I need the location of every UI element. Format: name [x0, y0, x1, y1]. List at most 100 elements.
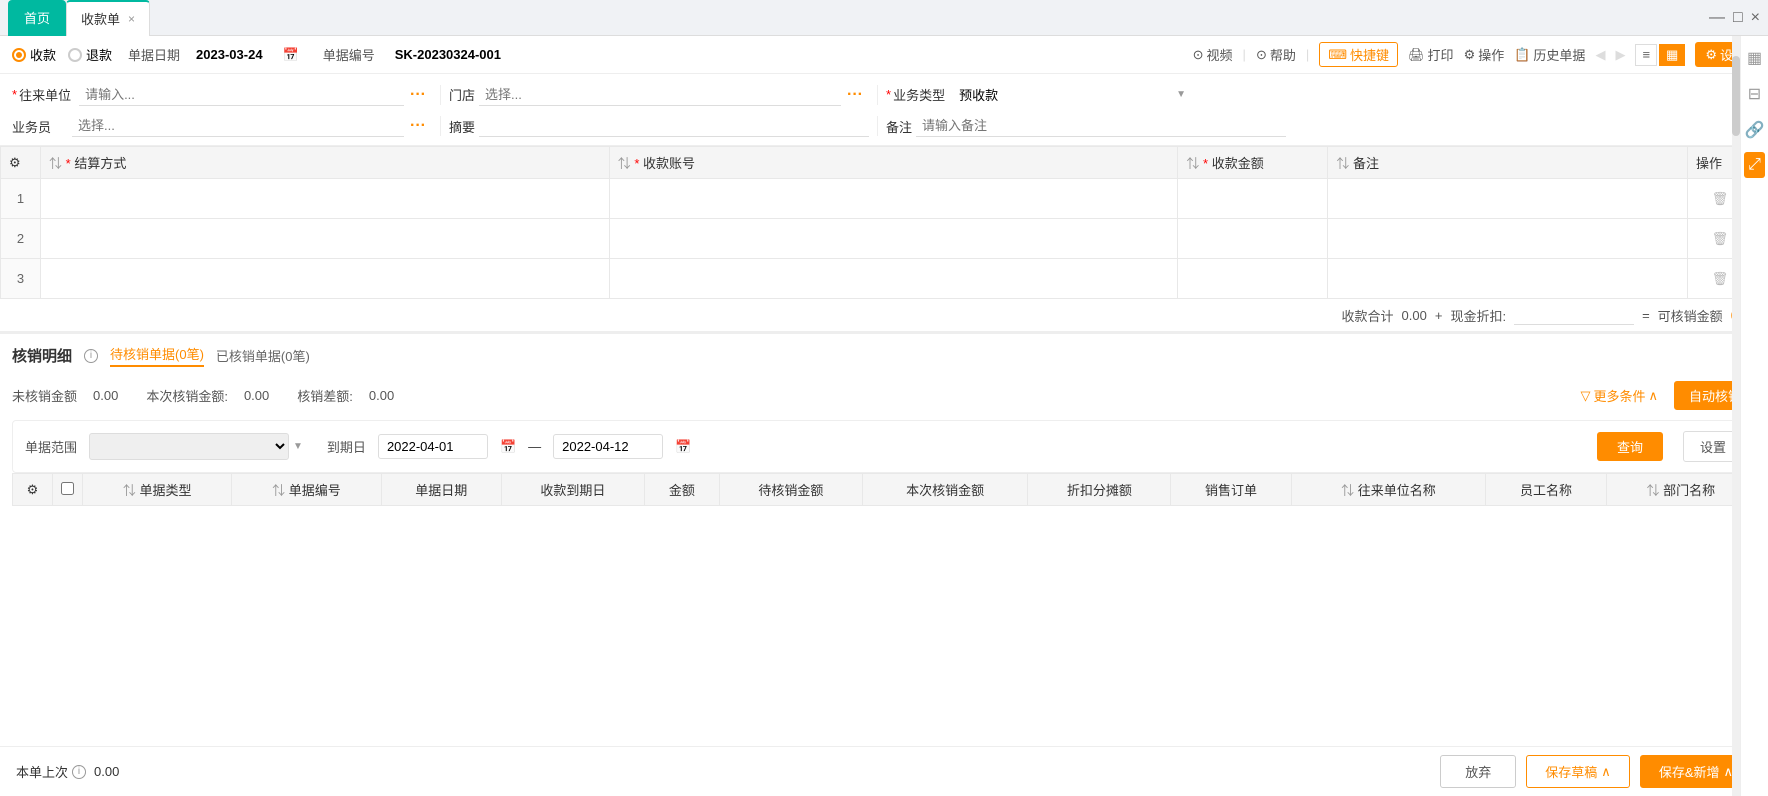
save-draft-button[interactable]: 保存草稿 ∧ [1526, 755, 1630, 788]
business-type-chevron[interactable]: ▼ [1176, 89, 1186, 100]
amount-cell-1[interactable] [1178, 179, 1328, 219]
remark-input[interactable] [916, 115, 1286, 137]
bt-doc-type-header: ⇅ 单据类型 [83, 474, 232, 506]
sidebar-table-icon[interactable]: ▦ [1743, 44, 1766, 72]
total-label: 收款合计 [1342, 306, 1394, 325]
date-start-input[interactable] [378, 434, 488, 459]
doc-no-value: SK-20230324-001 [395, 47, 501, 62]
bt-settings-header[interactable]: ⚙ [13, 474, 53, 506]
remark-cell-3[interactable] [1328, 259, 1688, 299]
operation-tool[interactable]: ⚙ 操作 [1464, 45, 1505, 64]
print-tool[interactable]: 🖨 打印 [1408, 45, 1454, 64]
biz-required: * [886, 87, 891, 102]
shortcut-label: 快捷键 [1350, 45, 1389, 64]
save-draft-arrow: ∧ [1601, 764, 1611, 780]
account-cell-3[interactable] [609, 259, 1178, 299]
summary-input[interactable] [479, 115, 869, 137]
query-button[interactable]: 查询 [1597, 432, 1663, 461]
sort-bt1: ⇅ [123, 483, 136, 498]
tab-home[interactable]: 首页 [8, 0, 66, 36]
shortcut-button[interactable]: ⌨ 快捷键 [1319, 42, 1398, 67]
store-field: 门店 ··· [449, 84, 869, 106]
bt-checkbox-header[interactable] [53, 474, 83, 506]
date-end-input[interactable] [553, 434, 663, 459]
verify-info-icon[interactable]: i [84, 349, 98, 363]
print-icon: 🖨 [1408, 47, 1425, 63]
delete-row-1-icon[interactable]: 🗑 [1712, 191, 1729, 207]
grid-view-btn[interactable]: ▦ [1659, 44, 1685, 66]
radio-refund[interactable]: 退款 [68, 45, 112, 64]
store-more-icon[interactable]: ··· [841, 86, 869, 104]
bt-doc-type-label: 单据类型 [139, 483, 191, 498]
settlement-cell-2[interactable] [41, 219, 610, 259]
home-tab-label: 首页 [24, 8, 50, 27]
sidebar-link-icon[interactable]: 🔗 [1741, 116, 1768, 144]
bt-staff-header: 员工名称 [1486, 474, 1606, 506]
account-cell-1[interactable] [609, 179, 1178, 219]
bt-doc-date-label: 单据日期 [415, 483, 467, 498]
radio-receipt[interactable]: 收款 [12, 45, 56, 64]
save-draft-label: 保存草稿 [1545, 762, 1597, 781]
list-view-btn[interactable]: ≡ [1635, 44, 1657, 66]
delete-row-3-icon[interactable]: 🗑 [1712, 271, 1729, 287]
bt-amount-label: 金额 [669, 483, 695, 498]
tab-receipt[interactable]: 收款单 × [66, 0, 150, 36]
store-input[interactable] [479, 84, 841, 106]
sort-icon: ⇅ [49, 156, 62, 171]
sort-bt4: ⇅ [1646, 483, 1659, 498]
counterpart-input[interactable] [79, 84, 404, 106]
account-cell-2[interactable] [609, 219, 1178, 259]
scroll-thumb[interactable] [1732, 56, 1740, 136]
remark-cell-1[interactable] [1328, 179, 1688, 219]
print-label: 打印 [1428, 45, 1454, 64]
bt-due-date-header: 收款到期日 [501, 474, 644, 506]
sidebar-expand-icon[interactable]: ⤢ [1744, 152, 1765, 178]
staff-input[interactable] [72, 115, 404, 137]
tab-bar: 首页 收款单 × — □ × [0, 0, 1768, 36]
prev-info-icon[interactable]: i [72, 765, 86, 779]
minimize-button[interactable]: — [1709, 9, 1725, 27]
amount-cell-2[interactable] [1178, 219, 1328, 259]
done-tab[interactable]: 已核销单据(0笔) [216, 346, 310, 365]
sort-bt2: ⇅ [272, 483, 285, 498]
close-window-button[interactable]: × [1751, 9, 1760, 27]
more-conditions-btn[interactable]: ▽ 更多条件 ∧ [1580, 386, 1658, 405]
discount-input[interactable] [1514, 305, 1634, 325]
view-buttons: ≡ ▦ [1635, 44, 1685, 66]
remark-col-label: 备注 [1353, 156, 1379, 171]
cal-icon-start[interactable]: 📅 [500, 439, 516, 455]
pending-tab[interactable]: 待核销单据(0笔) [110, 344, 204, 367]
close-tab-icon[interactable]: × [128, 12, 135, 26]
range-select[interactable] [89, 433, 289, 460]
account-header: ⇅ * 收款账号 [609, 147, 1178, 179]
remark-cell-2[interactable] [1328, 219, 1688, 259]
settlement-cell-1[interactable] [41, 179, 610, 219]
video-label: 视频 [1207, 45, 1233, 64]
row-num-1: 1 [1, 179, 41, 219]
settlement-cell-3[interactable] [41, 259, 610, 299]
video-tool[interactable]: ⊙ 视频 [1193, 45, 1233, 64]
more-conditions-label: 更多条件 [1593, 386, 1645, 405]
amount-cell-3[interactable] [1178, 259, 1328, 299]
cal-icon-end[interactable]: 📅 [675, 439, 691, 455]
maximize-button[interactable]: □ [1733, 9, 1743, 27]
bt-discount-header: 折扣分摊额 [1028, 474, 1171, 506]
radio-receipt-label: 收款 [30, 45, 56, 64]
counterpart-more-icon[interactable]: ··· [404, 86, 432, 104]
settlement-header: ⇅ * 结算方式 [41, 147, 610, 179]
delete-row-2-icon[interactable]: 🗑 [1712, 231, 1729, 247]
detail-table: ⚙ ⇅ * 结算方式 ⇅ * 收款账号 ⇅ * 收款 [0, 146, 1768, 299]
staff-more-icon[interactable]: ··· [404, 117, 432, 135]
table-settings-header[interactable]: ⚙ [1, 147, 41, 179]
select-all-checkbox[interactable] [61, 482, 74, 495]
calendar-icon[interactable]: 📅 [283, 47, 299, 63]
diff-label: 核销差额: [297, 386, 353, 405]
abandon-button[interactable]: 放弃 [1440, 755, 1516, 788]
sidebar-list-icon[interactable]: ⊟ [1744, 80, 1765, 108]
table-row: 1 🗑 ⧉ [1, 179, 1768, 219]
detail-table-section: ⚙ ⇅ * 结算方式 ⇅ * 收款账号 ⇅ * 收款 [0, 146, 1768, 299]
help-tool[interactable]: ⊙ 帮助 [1256, 45, 1296, 64]
receipt-type-group: 收款 退款 [12, 45, 112, 64]
scroll-track[interactable] [1732, 36, 1740, 796]
history-tool[interactable]: 📋 历史单据 [1514, 45, 1585, 64]
